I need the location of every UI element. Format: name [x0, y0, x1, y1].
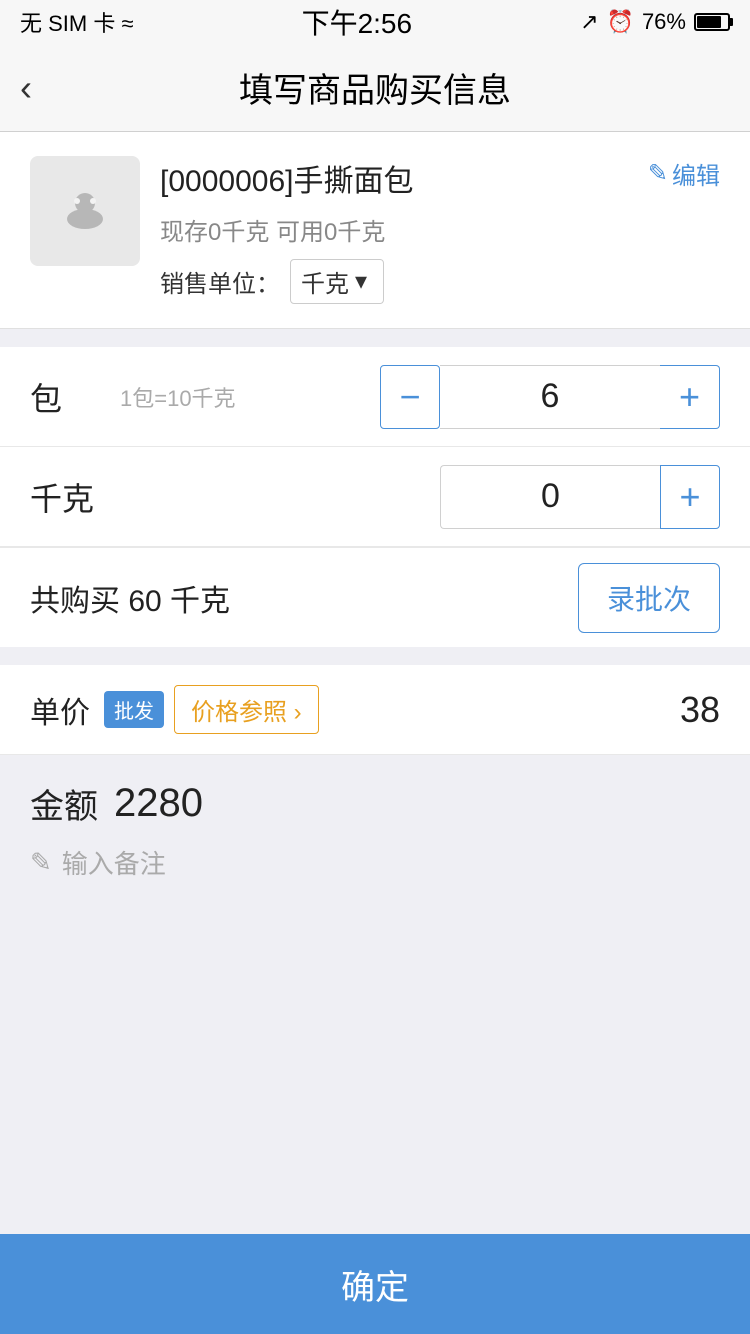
kg-increment-button[interactable]: + [660, 465, 720, 529]
remark-row[interactable]: ✎ 输入备注 [30, 844, 720, 881]
status-location-icon: ↗ [580, 9, 598, 35]
kg-label: 千克 [30, 474, 110, 520]
price-batch-tag: 批发 [104, 691, 164, 728]
bag-quantity-input[interactable] [440, 365, 660, 429]
product-card: [0000006]手撕面包 ✎ 编辑 现存0千克 可用0千克 销售单位： 千克 … [0, 132, 750, 329]
battery-icon [694, 13, 730, 31]
amount-section: 金额 2280 ✎ 输入备注 [0, 755, 750, 897]
unit-select[interactable]: 千克 ▾ [290, 259, 384, 304]
nav-bar: ‹ 填写商品购买信息 [0, 44, 750, 132]
product-stock: 现存0千克 可用0千克 [160, 212, 720, 247]
price-value: 38 [680, 689, 720, 731]
price-section: 单价 批发 价格参照 › 38 [0, 665, 750, 755]
kg-quantity-control: + [440, 465, 720, 529]
bag-quantity-control: − + [380, 365, 720, 429]
bag-decrement-button[interactable]: − [380, 365, 440, 429]
summary-row: 共购买 60 千克 录批次 [0, 547, 750, 647]
status-bar: 无 SIM 卡 ≈ 下午2:56 ↗ ⏰ 76% [0, 0, 750, 44]
price-label: 单价 [30, 688, 90, 732]
amount-row: 金额 2280 [30, 779, 720, 828]
edit-icon: ✎ [648, 159, 668, 188]
product-unit-row: 销售单位： 千克 ▾ [160, 259, 720, 304]
input-section: 包 1包=10千克 − + 千克 + 共购买 60 千克 录批次 [0, 347, 750, 647]
price-row: 单价 批发 价格参照 › 38 [0, 665, 750, 755]
status-right: ↗ ⏰ 76% [580, 9, 730, 35]
unit-label: 销售单位： [160, 264, 280, 299]
bag-increment-button[interactable]: + [660, 365, 720, 429]
batch-button[interactable]: 录批次 [578, 563, 720, 633]
status-alarm-icon: ⏰ [607, 9, 634, 35]
page-title: 填写商品购买信息 [239, 63, 511, 112]
product-placeholder-icon [55, 181, 115, 241]
status-time: 下午2:56 [302, 2, 413, 42]
kg-input-row: 千克 + [0, 447, 750, 547]
bag-label: 包 [30, 374, 110, 420]
chevron-down-icon: ▾ [355, 267, 367, 296]
amount-label: 金额 [30, 779, 98, 828]
pencil-icon: ✎ [30, 847, 52, 878]
status-signal: 无 SIM 卡 ≈ [20, 6, 134, 38]
edit-button[interactable]: ✎ 编辑 [648, 156, 720, 191]
bag-input-row: 包 1包=10千克 − + [0, 347, 750, 447]
confirm-button[interactable]: 确定 [0, 1234, 750, 1334]
unit-value: 千克 [301, 264, 349, 299]
back-button[interactable]: ‹ [20, 67, 32, 109]
divider-2 [0, 647, 750, 665]
product-name: [0000006]手撕面包 [160, 156, 413, 200]
edit-label: 编辑 [672, 156, 720, 191]
status-battery-text: 76% [642, 9, 686, 35]
remark-placeholder: 输入备注 [62, 844, 166, 881]
product-image [30, 156, 140, 266]
bag-hint: 1包=10千克 [120, 381, 380, 413]
divider-1 [0, 329, 750, 347]
price-reference-button[interactable]: 价格参照 › [174, 685, 319, 734]
amount-value: 2280 [114, 781, 203, 826]
kg-quantity-input[interactable] [440, 465, 660, 529]
product-info: [0000006]手撕面包 ✎ 编辑 现存0千克 可用0千克 销售单位： 千克 … [160, 156, 720, 304]
summary-text: 共购买 60 千克 [30, 576, 230, 620]
